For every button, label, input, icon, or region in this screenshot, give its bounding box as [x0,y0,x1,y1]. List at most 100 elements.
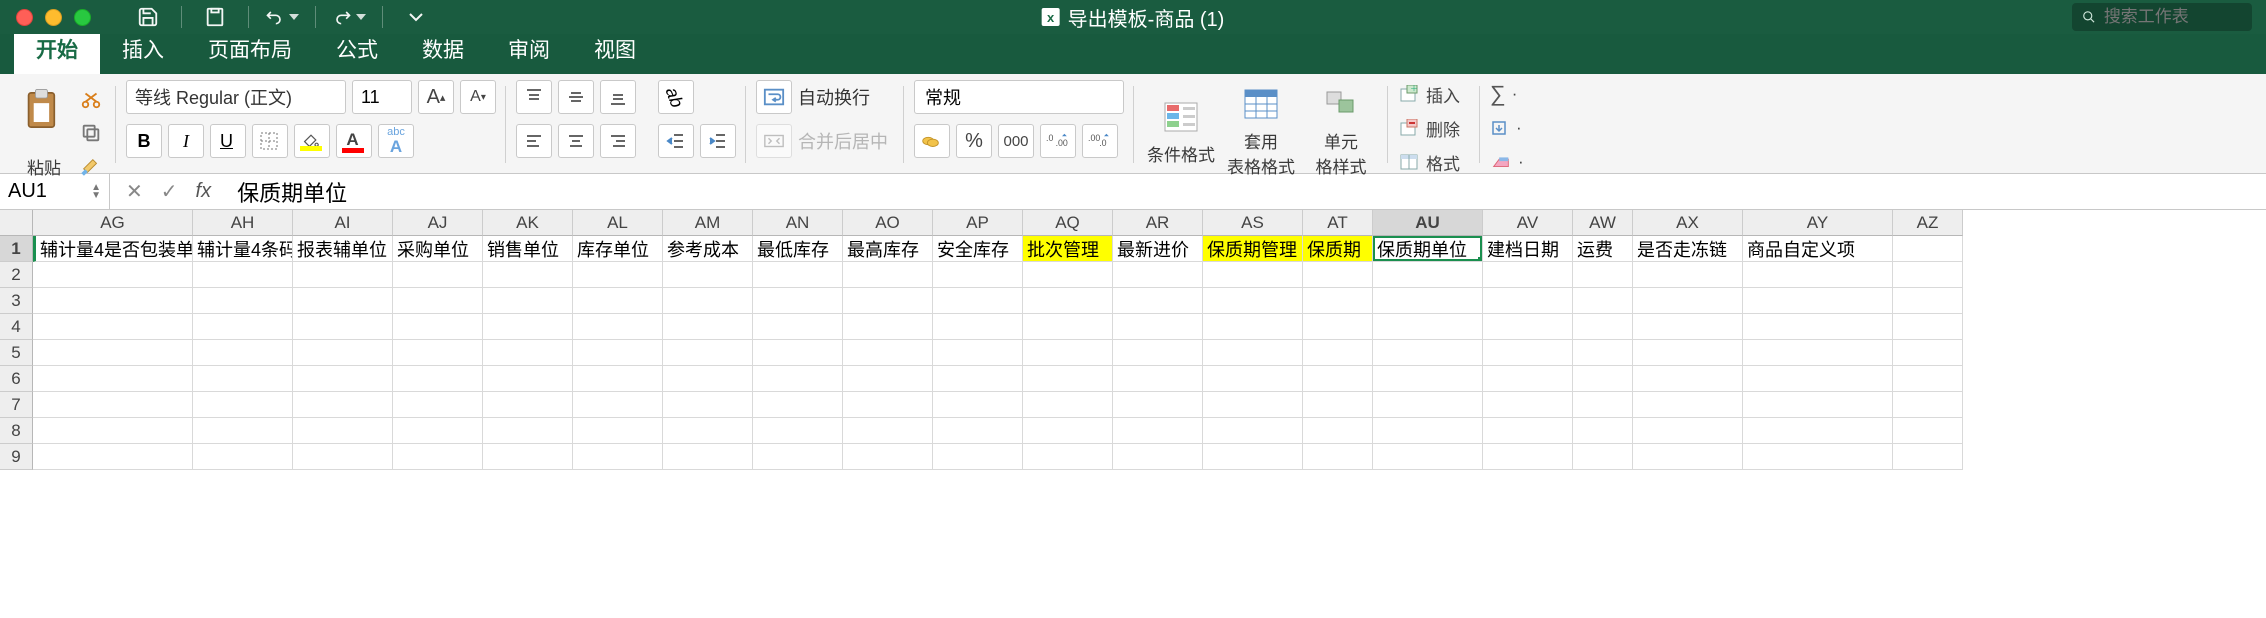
cell[interactable] [393,340,483,366]
percent-button[interactable]: % [956,124,992,158]
redo-button[interactable] [332,3,366,31]
column-header[interactable]: AZ [1893,210,1963,236]
cell[interactable]: 最高库存 [843,236,933,262]
cell[interactable]: 商品自定义项 [1743,236,1893,262]
cell[interactable] [293,418,393,444]
cell[interactable] [1373,418,1483,444]
cell[interactable] [33,340,193,366]
align-right-button[interactable] [600,124,636,158]
cell[interactable] [193,262,293,288]
column-header[interactable]: AI [293,210,393,236]
cell[interactable] [1893,392,1963,418]
cell[interactable] [1893,444,1963,470]
cell[interactable] [1633,340,1743,366]
align-top-button[interactable] [516,80,552,114]
cell[interactable] [1303,418,1373,444]
font-size-select[interactable]: 11 [352,80,412,114]
cell[interactable] [1743,366,1893,392]
cell[interactable] [193,418,293,444]
cell[interactable] [1113,314,1203,340]
copy-button[interactable] [76,120,106,146]
undo-button[interactable] [265,3,299,31]
cell[interactable] [1483,366,1573,392]
cell[interactable] [573,444,663,470]
cell[interactable] [753,366,843,392]
cell[interactable] [293,392,393,418]
cell[interactable] [663,444,753,470]
cell[interactable] [1573,288,1633,314]
cell[interactable] [1023,262,1113,288]
decrease-font-button[interactable]: A▾ [460,80,496,114]
cell[interactable] [483,418,573,444]
cell[interactable] [1633,288,1743,314]
underline-button[interactable]: U [210,124,246,158]
cell[interactable] [1373,392,1483,418]
decrease-indent-button[interactable] [658,124,694,158]
search-sheet[interactable] [2072,3,2252,31]
cell[interactable] [393,262,483,288]
cell[interactable]: 建档日期 [1483,236,1573,262]
column-header[interactable]: AY [1743,210,1893,236]
column-header[interactable]: AL [573,210,663,236]
cell[interactable] [843,288,933,314]
cell[interactable] [1893,314,1963,340]
column-header[interactable]: AM [663,210,753,236]
cell[interactable] [933,262,1023,288]
cell[interactable] [1373,288,1483,314]
cell[interactable]: 保质期管理 [1203,236,1303,262]
cell[interactable] [1373,444,1483,470]
cell[interactable] [193,288,293,314]
cell[interactable] [663,340,753,366]
cell[interactable] [1743,262,1893,288]
cell[interactable] [843,366,933,392]
cell[interactable] [1203,314,1303,340]
cell[interactable] [193,444,293,470]
cell[interactable] [753,314,843,340]
cell[interactable]: 报表辅单位 [293,236,393,262]
column-header[interactable]: AJ [393,210,483,236]
cell[interactable] [1113,262,1203,288]
cell[interactable] [1303,392,1373,418]
cell[interactable] [1203,340,1303,366]
cell[interactable] [1893,340,1963,366]
cell[interactable]: 库存单位 [573,236,663,262]
cell[interactable] [1023,340,1113,366]
cell[interactable] [483,366,573,392]
cell[interactable] [573,366,663,392]
cell[interactable] [1303,314,1373,340]
cell[interactable] [1893,366,1963,392]
cell[interactable] [1203,262,1303,288]
print-icon[interactable] [198,3,232,31]
cell[interactable] [1573,340,1633,366]
cell[interactable] [393,444,483,470]
cell[interactable]: 辅计量4是否包装单位 [33,236,193,262]
cell[interactable] [293,288,393,314]
column-header[interactable]: AT [1303,210,1373,236]
column-header[interactable]: AG [33,210,193,236]
cell[interactable]: 参考成本 [663,236,753,262]
cell[interactable] [293,444,393,470]
maximize-window-icon[interactable] [74,9,91,26]
italic-button[interactable]: I [168,124,204,158]
cell[interactable] [933,366,1023,392]
row-header[interactable]: 6 [0,366,33,392]
orientation-button[interactable]: ab [658,80,694,114]
cell[interactable] [1483,288,1573,314]
cell[interactable] [843,314,933,340]
cell[interactable]: 辅计量4条码 [193,236,293,262]
column-header[interactable]: AU [1373,210,1483,236]
wrap-text-label[interactable]: 自动换行 [798,84,870,110]
cell[interactable] [483,340,573,366]
cell[interactable] [193,314,293,340]
row-header[interactable]: 1 [0,236,33,262]
cell[interactable] [933,418,1023,444]
phonetic-button[interactable]: abcA [378,124,414,158]
merge-center-label[interactable]: 合并后居中 [798,128,888,154]
cell[interactable] [1303,288,1373,314]
cell[interactable] [1483,392,1573,418]
cell[interactable]: 采购单位 [393,236,483,262]
cell[interactable] [1023,288,1113,314]
cell[interactable] [1893,288,1963,314]
row-header[interactable]: 5 [0,340,33,366]
cell[interactable] [573,418,663,444]
